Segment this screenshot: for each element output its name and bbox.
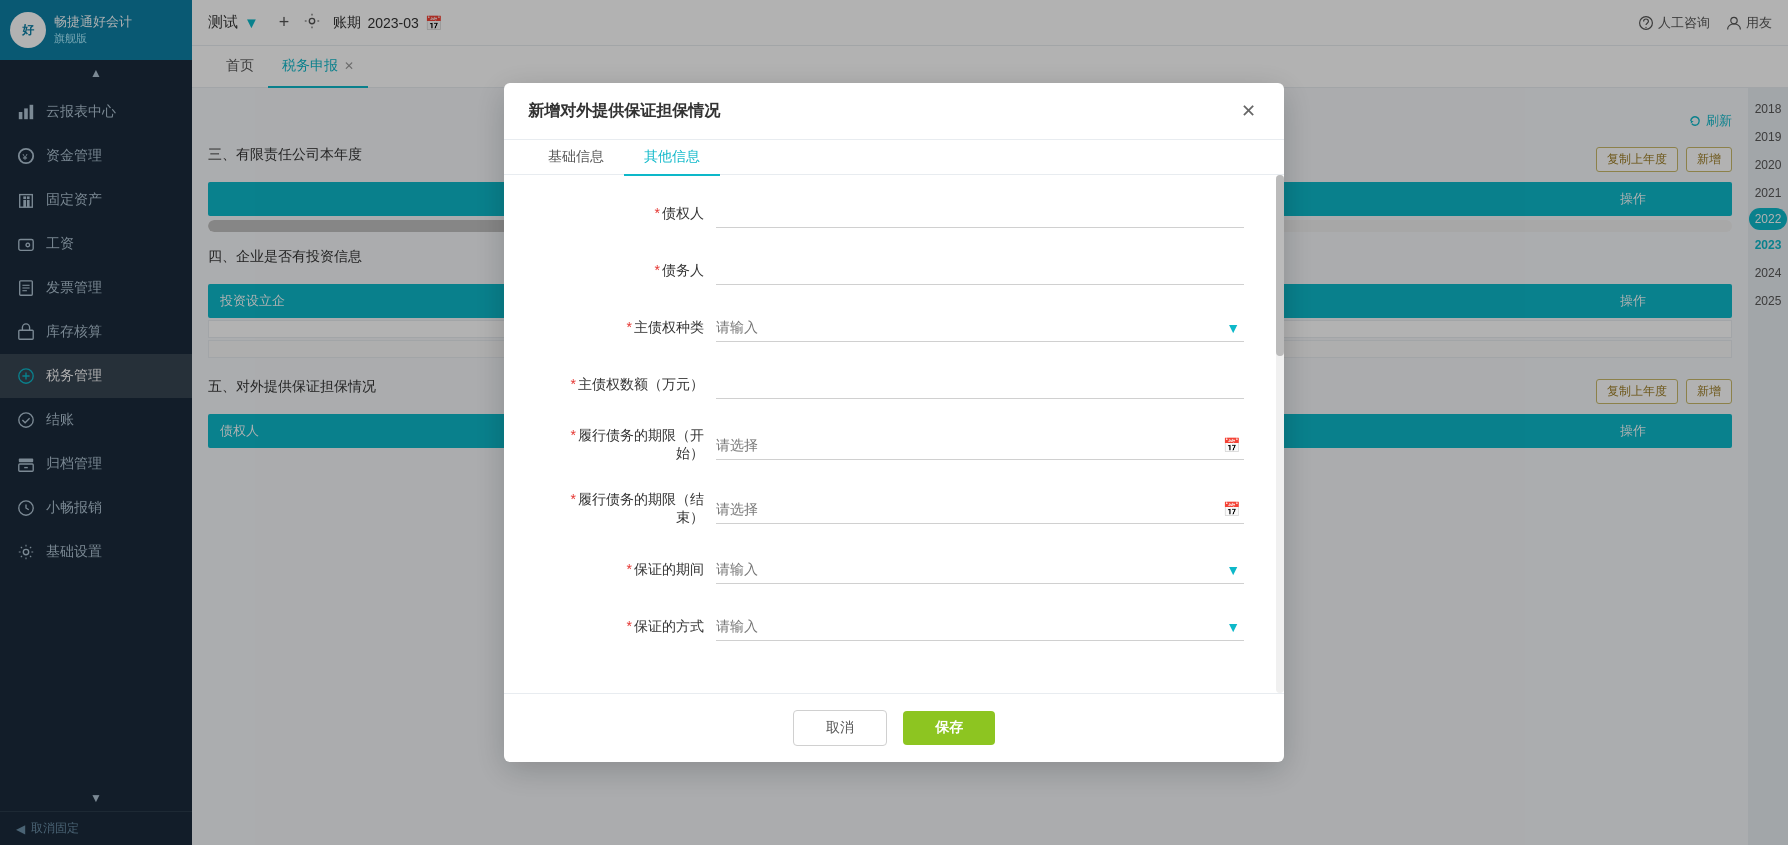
save-button[interactable]: 保存 (903, 711, 995, 745)
modal-body: *债权人 *债务人 *主债权种类 (504, 175, 1284, 693)
form-row-debt-amount: *主债权数额（万元） (544, 370, 1244, 399)
form-control-creditor (716, 199, 1244, 228)
form-control-debt-amount (716, 370, 1244, 399)
form-label-debt-amount: *主债权数额（万元） (544, 376, 704, 394)
modal-tab-basic[interactable]: 基础信息 (528, 140, 624, 174)
form-control-debtor (716, 256, 1244, 285)
form-row-creditor: *债权人 (544, 199, 1244, 228)
creditor-input[interactable] (716, 199, 1244, 228)
debt-type-input[interactable] (716, 313, 1244, 342)
modal-header: 新增对外提供保证担保情况 ✕ (504, 83, 1284, 140)
form-label-period-start: *履行债务的期限（开始） (544, 427, 704, 463)
modal-close-button[interactable]: ✕ (1236, 99, 1260, 123)
period-end-input[interactable] (716, 495, 1244, 524)
form-row-guarantee-method: *保证的方式 ▼ (544, 612, 1244, 641)
guarantee-period-input[interactable] (716, 555, 1244, 584)
period-start-input[interactable] (716, 431, 1244, 460)
form-label-period-end: *履行债务的期限（结束） (544, 491, 704, 527)
form-control-period-end: 📅 (716, 495, 1244, 524)
form-label-guarantee-period: *保证的期间 (544, 561, 704, 579)
modal-title: 新增对外提供保证担保情况 (528, 101, 720, 122)
modal-sub-tabs: 基础信息 其他信息 (504, 140, 1284, 175)
modal-tab-other[interactable]: 其他信息 (624, 140, 720, 176)
form-control-period-start: 📅 (716, 431, 1244, 460)
cancel-button[interactable]: 取消 (793, 710, 887, 746)
modal-footer: 取消 保存 (504, 693, 1284, 762)
form-control-debt-type: ▼ (716, 313, 1244, 342)
form-label-creditor: *债权人 (544, 205, 704, 223)
modal-scrollbar[interactable] (1276, 175, 1284, 693)
form-control-guarantee-period: ▼ (716, 555, 1244, 584)
form-control-guarantee-method: ▼ (716, 612, 1244, 641)
debt-amount-input[interactable] (716, 370, 1244, 399)
modal-overlay: 新增对外提供保证担保情况 ✕ 基础信息 其他信息 *债权人 (0, 0, 1788, 845)
form-row-debt-type: *主债权种类 ▼ (544, 313, 1244, 342)
modal-dialog: 新增对外提供保证担保情况 ✕ 基础信息 其他信息 *债权人 (504, 83, 1284, 762)
form-row-guarantee-period: *保证的期间 ▼ (544, 555, 1244, 584)
form-label-debt-type: *主债权种类 (544, 319, 704, 337)
guarantee-method-input[interactable] (716, 612, 1244, 641)
form-row-debtor: *债务人 (544, 256, 1244, 285)
form-row-period-start: *履行债务的期限（开始） 📅 (544, 427, 1244, 463)
form-label-guarantee-method: *保证的方式 (544, 618, 704, 636)
debtor-input[interactable] (716, 256, 1244, 285)
form-row-period-end: *履行债务的期限（结束） 📅 (544, 491, 1244, 527)
modal-scrollbar-thumb (1276, 175, 1284, 356)
form-label-debtor: *债务人 (544, 262, 704, 280)
